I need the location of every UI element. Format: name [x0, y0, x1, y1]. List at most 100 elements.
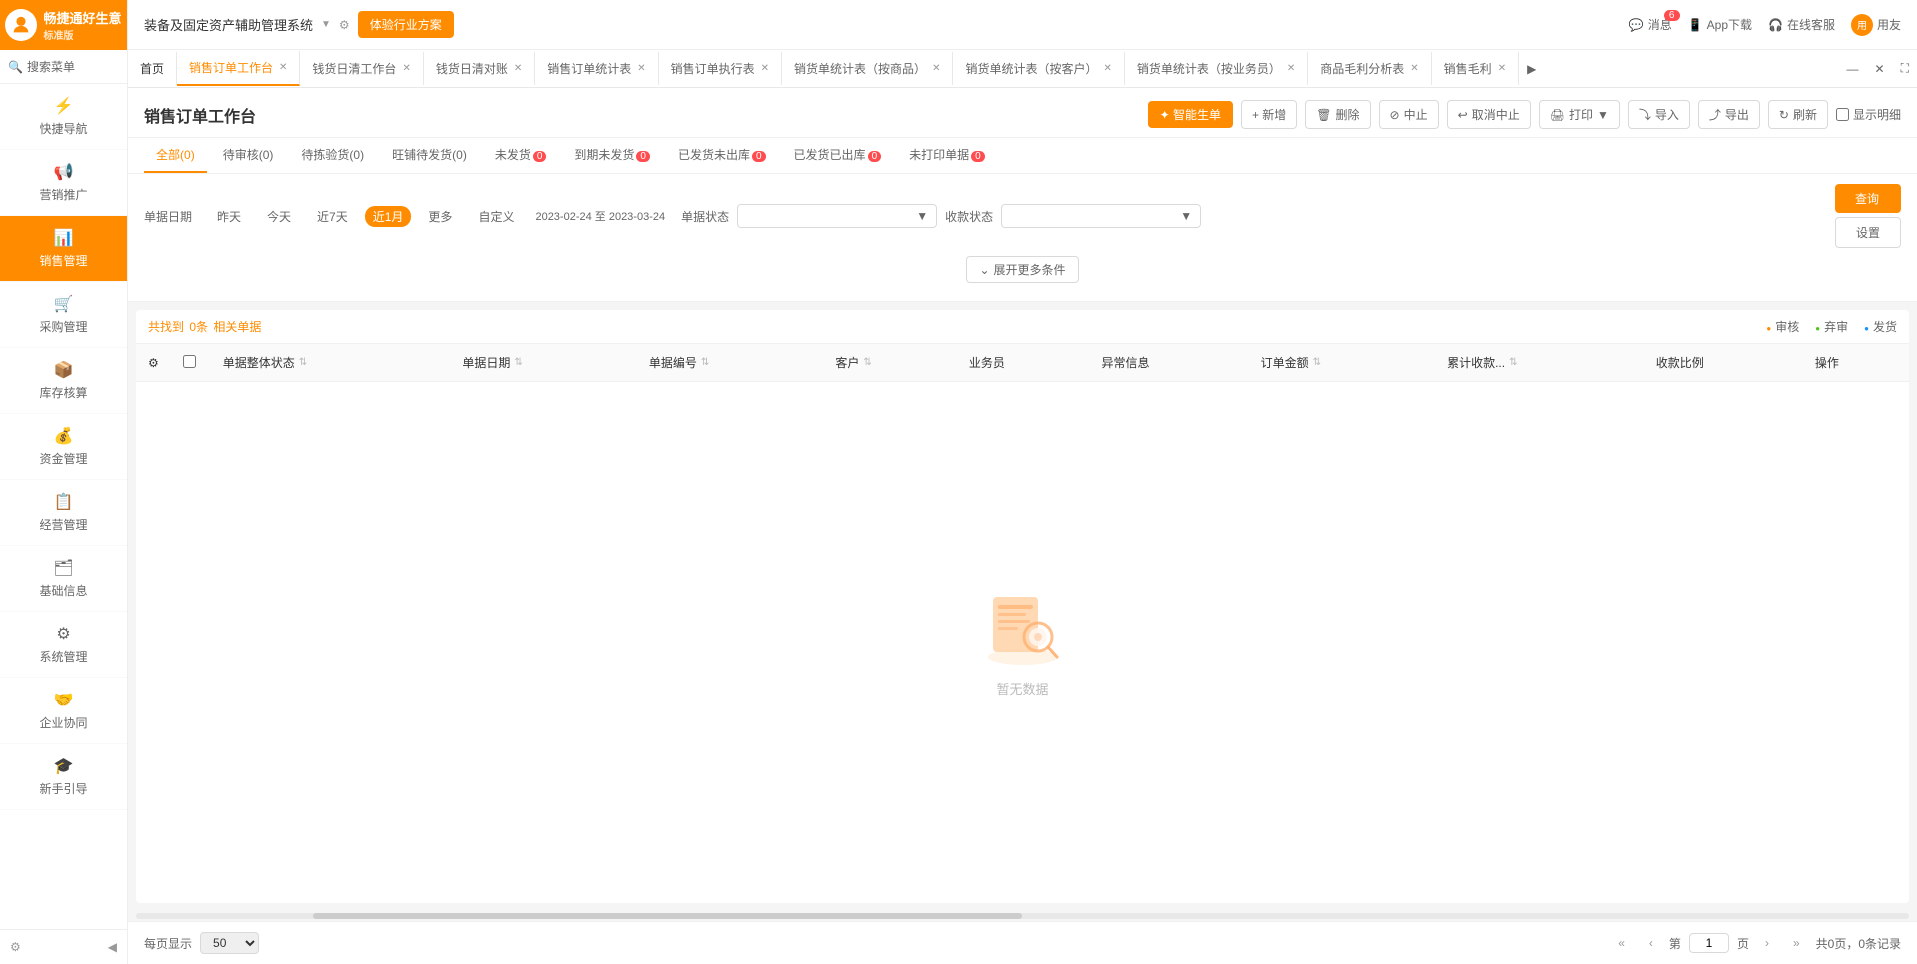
settings-query-btn[interactable]: 设置 — [1835, 217, 1901, 248]
delete-btn[interactable]: 🗑 删除 — [1305, 100, 1370, 129]
tab-goods-stats[interactable]: 销货单统计表（按商品） ✕ — [782, 52, 953, 85]
th-checkbox[interactable] — [171, 344, 211, 382]
tab-expand-btn[interactable]: ⛶ — [1893, 55, 1917, 82]
sub-tab-all[interactable]: 全部(0) — [144, 138, 207, 173]
filter-payment-arrow: ▼ — [1180, 209, 1192, 223]
user-menu[interactable]: 用 用友 — [1851, 14, 1901, 36]
horizontal-scrollbar[interactable] — [136, 911, 1909, 921]
message-btn[interactable]: 💬 6 消息 — [1629, 16, 1672, 33]
last-page-btn[interactable]: » — [1785, 934, 1808, 952]
add-btn[interactable]: + 新增 — [1241, 100, 1297, 129]
next-page-btn[interactable]: › — [1757, 934, 1777, 952]
tab-home[interactable]: 首页 — [128, 52, 177, 85]
sidebar-item-sales[interactable]: 📊 销售管理 — [0, 216, 127, 282]
sub-tab-pending-inspect[interactable]: 待拣验货(0) — [289, 138, 376, 173]
filter-date-yesterday[interactable]: 昨天 — [208, 205, 250, 228]
tab-sales-stats-close[interactable]: ✕ — [637, 63, 645, 74]
tab-daily-clear-close[interactable]: ✕ — [402, 63, 410, 74]
sidebar-item-quick-nav[interactable]: ⚡ 快捷导航 — [0, 84, 127, 150]
filter-date-1month[interactable]: 近1月 — [365, 206, 412, 227]
sidebar-settings-btn[interactable]: ⚙ — [10, 940, 21, 954]
sidebar-item-basic[interactable]: 🗂 基础信息 — [0, 546, 127, 612]
filter-date-custom[interactable]: 自定义 — [469, 205, 523, 228]
tab-daily-clear[interactable]: 钱货日清工作台 ✕ — [300, 52, 423, 85]
filter-date-today[interactable]: 今天 — [258, 205, 300, 228]
tab-close-all-btn[interactable]: ✕ — [1867, 56, 1893, 82]
import-btn[interactable]: ⤵ 导入 — [1628, 100, 1690, 129]
tab-staff-stats[interactable]: 销货单统计表（按业务员） ✕ — [1125, 52, 1308, 85]
tab-sales-stats[interactable]: 销售订单统计表 ✕ — [535, 52, 658, 85]
review-action[interactable]: 审核 — [1766, 318, 1799, 335]
filter-payment-select[interactable]: ▼ — [1001, 204, 1201, 228]
tab-sales-workbench-close[interactable]: ✕ — [279, 62, 287, 73]
app-download-btn[interactable]: 📱 App下载 — [1688, 16, 1752, 33]
tab-sales-workbench[interactable]: 销售订单工作台 ✕ — [177, 51, 300, 86]
cancel-review-action[interactable]: 弃审 — [1815, 318, 1848, 335]
filter-status-arrow: ▼ — [916, 209, 928, 223]
sub-tab-wangpu-ship[interactable]: 旺铺待发货(0) — [380, 138, 479, 173]
print-btn[interactable]: 🖨 打印 ▼ — [1539, 100, 1620, 129]
first-page-btn[interactable]: « — [1610, 934, 1633, 952]
online-service-btn[interactable]: 🎧 在线客服 — [1768, 16, 1835, 33]
sub-tab-shipped-not-out[interactable]: 已发货未出库0 — [666, 138, 778, 173]
industry-btn[interactable]: 体验行业方案 — [358, 11, 454, 38]
sub-tab-shipped-out[interactable]: 已发货已出库0 — [782, 138, 894, 173]
tab-customer-stats-close[interactable]: ✕ — [1103, 63, 1111, 74]
page-input[interactable] — [1689, 933, 1729, 953]
page-size-select[interactable]: 10 20 50 100 — [200, 932, 259, 954]
sub-tab-not-shipped[interactable]: 未发货0 — [483, 138, 559, 173]
show-detail-input[interactable] — [1836, 108, 1849, 121]
sub-tab-not-printed[interactable]: 未打印单据0 — [897, 138, 997, 173]
sub-tab-overdue-ship[interactable]: 到期未发货0 — [562, 138, 662, 173]
th-customer[interactable]: 客户⇅ — [823, 344, 956, 382]
ship-action[interactable]: 发货 — [1864, 318, 1897, 335]
tab-sales-margin[interactable]: 销售毛利 ✕ — [1432, 52, 1519, 85]
stop-btn[interactable]: ⊘ 中止 — [1379, 100, 1439, 129]
refresh-btn[interactable]: ↻ 刷新 — [1768, 100, 1828, 129]
tab-margin-analysis-close[interactable]: ✕ — [1410, 63, 1418, 74]
filter-date-more[interactable]: 更多 — [419, 205, 461, 228]
tab-minimize-btn[interactable]: — — [1839, 56, 1867, 82]
sidebar-item-collab[interactable]: 🤝 企业协同 — [0, 678, 127, 744]
tab-reconcile-close[interactable]: ✕ — [514, 63, 522, 74]
tab-goods-stats-close[interactable]: ✕ — [932, 63, 940, 74]
tab-staff-stats-close[interactable]: ✕ — [1287, 63, 1295, 74]
th-staff[interactable]: 业务员 — [957, 344, 1090, 382]
sub-tab-pending-review[interactable]: 待审核(0) — [211, 138, 286, 173]
export-btn[interactable]: ⤴ 导出 — [1698, 100, 1760, 129]
tab-sales-exec[interactable]: 销售订单执行表 ✕ — [659, 52, 782, 85]
smart-gen-btn[interactable]: ✦ 智能生单 — [1148, 101, 1233, 128]
sidebar-item-guide[interactable]: 🎓 新手引导 — [0, 744, 127, 810]
filter-date-7days[interactable]: 近7天 — [308, 205, 357, 228]
search-menu[interactable]: 🔍 搜索菜单 — [0, 50, 127, 84]
tab-margin-analysis[interactable]: 商品毛利分析表 ✕ — [1308, 52, 1431, 85]
sidebar-collapse-btn[interactable]: ◀ — [108, 940, 117, 954]
tab-reconcile[interactable]: 钱货日清对账 ✕ — [424, 52, 535, 85]
tab-sales-margin-close[interactable]: ✕ — [1498, 63, 1506, 74]
scrollbar-thumb[interactable] — [313, 913, 1022, 919]
prev-page-btn[interactable]: ‹ — [1641, 934, 1661, 952]
sidebar-item-purchase[interactable]: 🛒 采购管理 — [0, 282, 127, 348]
select-all-checkbox[interactable] — [183, 355, 196, 368]
sidebar-item-system[interactable]: ⚙ 系统管理 — [0, 612, 127, 678]
query-btn[interactable]: 查询 — [1835, 184, 1901, 213]
filter-status-select[interactable]: ▼ — [737, 204, 937, 228]
nav-label-finance: 资金管理 — [39, 450, 87, 467]
th-status[interactable]: 单据整体状态⇅ — [211, 344, 451, 382]
sidebar-item-finance[interactable]: 💰 资金管理 — [0, 414, 127, 480]
th-settings[interactable]: ⚙ — [136, 344, 171, 382]
th-amount[interactable]: 订单金额⇅ — [1249, 344, 1436, 382]
tab-sales-exec-close[interactable]: ✕ — [761, 63, 769, 74]
show-detail-checkbox[interactable]: 显示明细 — [1836, 106, 1901, 123]
tab-customer-stats[interactable]: 销货单统计表（按客户） ✕ — [953, 52, 1124, 85]
sidebar-item-operation[interactable]: 📋 经营管理 — [0, 480, 127, 546]
cancel-stop-btn[interactable]: ↩ 取消中止 — [1447, 100, 1531, 129]
expand-filter-btn[interactable]: ⌄ 展开更多条件 — [966, 256, 1078, 283]
sidebar-item-marketing[interactable]: 📢 营销推广 — [0, 150, 127, 216]
th-date[interactable]: 单据日期⇅ — [450, 344, 637, 382]
settings-icon[interactable]: ⚙ — [339, 18, 350, 32]
th-number[interactable]: 单据编号⇅ — [637, 344, 824, 382]
tab-more-btn[interactable]: ▶ — [1519, 54, 1544, 84]
sidebar-item-inventory[interactable]: 📦 库存核算 — [0, 348, 127, 414]
th-total-payment[interactable]: 累计收款...⇅ — [1435, 344, 1644, 382]
